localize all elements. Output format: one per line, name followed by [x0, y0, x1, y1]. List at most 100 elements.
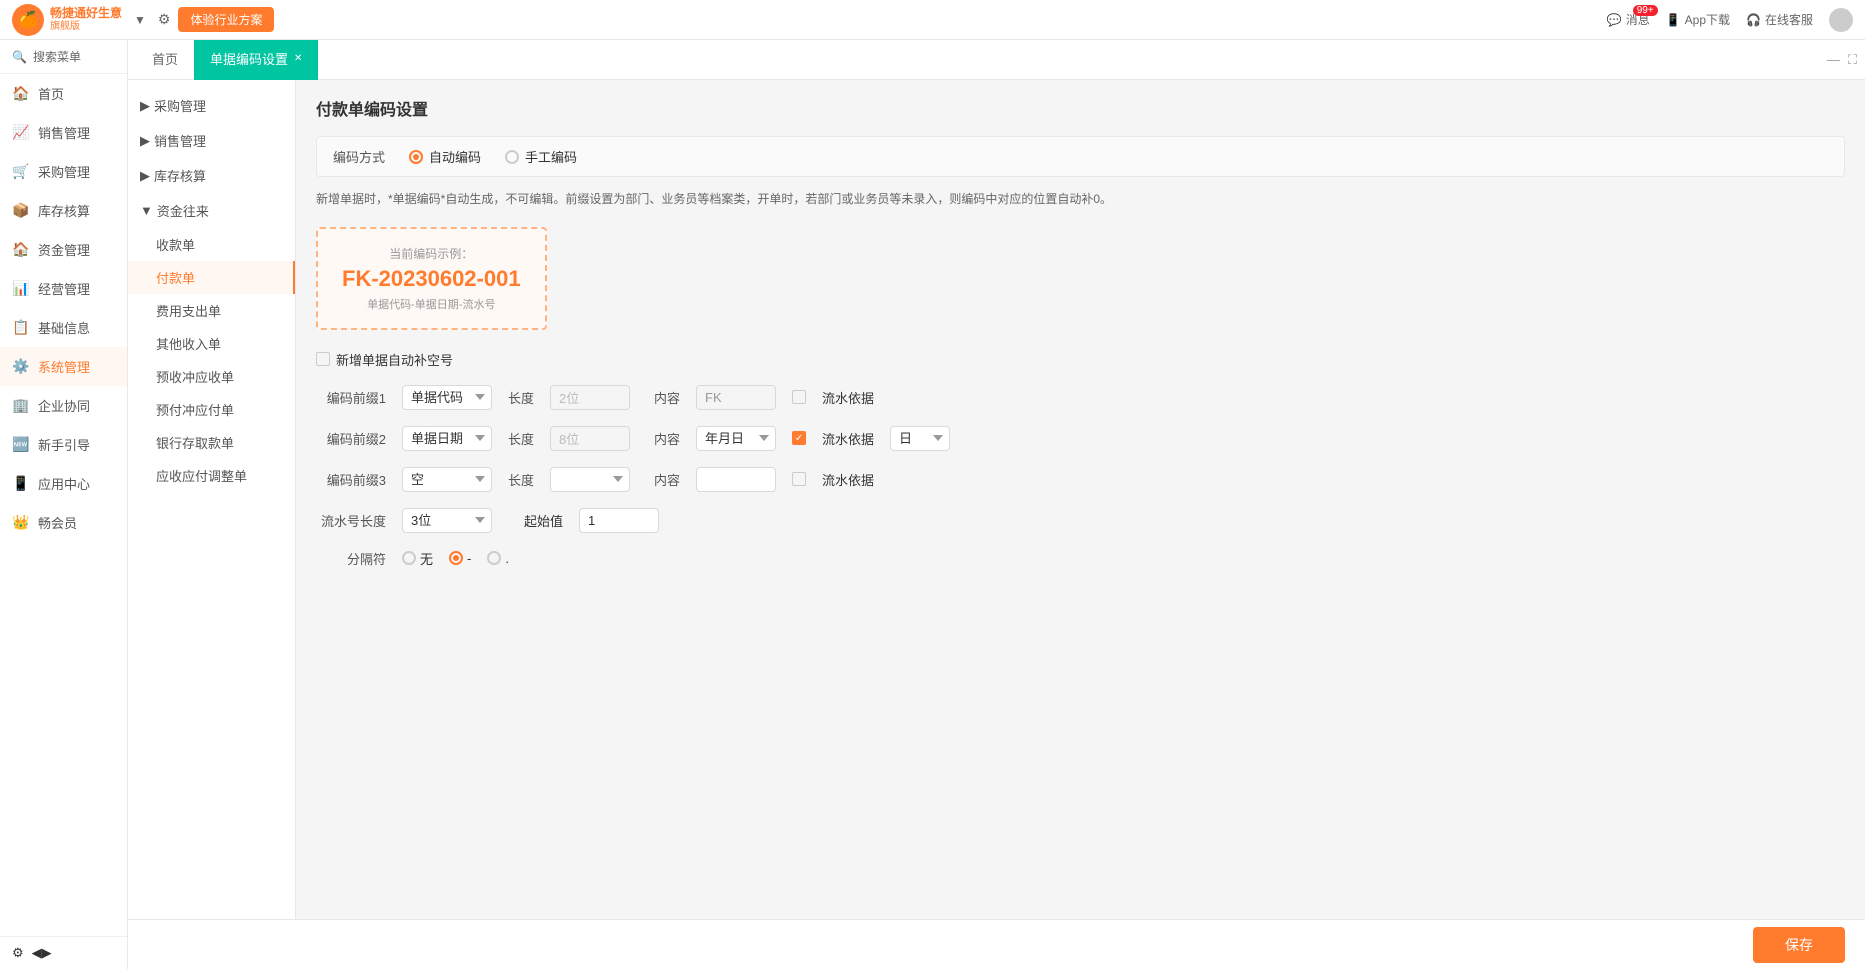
app-logo: 🍊 畅捷通好生意 旗舰版 [12, 4, 122, 36]
sub-menu-receipt[interactable]: 收款单 [128, 228, 295, 261]
prefix3-serial-label: 流水依据 [822, 470, 874, 489]
settings-btn[interactable]: ⚙ [158, 11, 171, 28]
logo-icon: 🍊 [12, 4, 44, 36]
sidebar-item-purchase[interactable]: 🛒 采购管理 [0, 152, 127, 191]
sidebar-item-operations[interactable]: 📊 经营管理 [0, 269, 127, 308]
auto-radio-label[interactable]: 自动编码 [409, 147, 481, 166]
trial-button[interactable]: 体验行业方案 [178, 7, 274, 32]
sep-dot-text: . [505, 551, 509, 566]
nav-prev-btn[interactable]: ▼ [130, 11, 150, 29]
prefix1-serial-checkbox[interactable] [792, 390, 806, 404]
manual-radio-btn[interactable] [505, 150, 519, 164]
sub-menu-adjust[interactable]: 应收应付调整单 [128, 459, 295, 492]
message-icon: 💬 [1607, 13, 1622, 27]
sub-menu-group-inventory: ▶ 库存核算 [128, 158, 295, 193]
user-avatar[interactable] [1829, 8, 1853, 32]
preview-label: 当前编码示例： [389, 245, 473, 262]
prefix1-select[interactable]: 单据代码 [402, 385, 492, 410]
search-icon: 🔍 [12, 50, 27, 64]
start-value-input[interactable] [579, 508, 659, 533]
sidebar-item-home[interactable]: 🏠 首页 [0, 74, 127, 113]
tab-maximize-btn[interactable]: ⛶ [1848, 52, 1857, 68]
sidebar-items: 🏠 首页 📈 销售管理 🛒 采购管理 📦 库存核算 🏠 资金管理 📊 经 [0, 74, 127, 936]
auto-fill-checkbox[interactable] [316, 352, 330, 366]
sidebar-item-apps[interactable]: 📱 应用中心 [0, 464, 127, 503]
online-service-btn[interactable]: 🎧 在线客服 [1746, 11, 1813, 28]
preview-box: 当前编码示例： FK-20230602-001 单据代码-单据日期-流水号 [316, 227, 547, 330]
encoding-method-section: 编码方式 自动编码 手工编码 [316, 136, 1845, 177]
prefix2-serial-checkbox[interactable]: ✓ [792, 431, 806, 445]
tab-bar: 首页 单据编码设置 ✕ — ⛶ [128, 40, 1865, 80]
prefix2-serial-unit-select[interactable]: 日 [890, 426, 950, 451]
sidebar-item-enterprise[interactable]: 🏢 企业协同 [0, 386, 127, 425]
tab-home-label: 首页 [152, 49, 178, 68]
manual-radio-label[interactable]: 手工编码 [505, 147, 577, 166]
settings-bottom-icon[interactable]: ⚙ [12, 945, 24, 961]
app-download-btn[interactable]: 📱 App下载 [1666, 11, 1730, 28]
preview-code: FK-20230602-001 [342, 266, 521, 292]
sep-dot-label[interactable]: . [487, 551, 509, 566]
sidebar-label-home: 首页 [38, 84, 64, 103]
sub-menu-adjust-label: 应收应付调整单 [156, 469, 247, 484]
sub-menu-inventory[interactable]: ▶ 库存核算 [128, 158, 295, 193]
sep-none-label[interactable]: 无 [402, 549, 433, 568]
sub-menu-inventory-label: 库存核算 [154, 166, 206, 185]
prefix2-content-label: 内容 [654, 429, 680, 448]
sub-menu-purchase[interactable]: ▶ 采购管理 [128, 88, 295, 123]
search-menu[interactable]: 🔍 搜索菜单 [0, 40, 127, 74]
auto-radio-btn[interactable] [409, 150, 423, 164]
sidebar-item-sales[interactable]: 📈 销售管理 [0, 113, 127, 152]
tab-close-btn[interactable]: ✕ [294, 53, 302, 64]
tab-home[interactable]: 首页 [136, 40, 194, 80]
sub-menu-prepay-pay-label: 预付冲应付单 [156, 403, 234, 418]
sub-menu-other-income[interactable]: 其他收入单 [128, 327, 295, 360]
sub-menu-prepay-recv[interactable]: 预收冲应收单 [128, 360, 295, 393]
prefix2-content-select[interactable]: 年月日 [696, 426, 776, 451]
top-bar: 🍊 畅捷通好生意 旗舰版 ▼ ⚙ 体验行业方案 💬 消息 99+ 📱 App下载… [0, 0, 1865, 40]
sub-menu-expense[interactable]: 费用支出单 [128, 294, 295, 327]
prefix3-label: 编码前缀3 [316, 470, 386, 489]
prefix2-label: 编码前缀2 [316, 429, 386, 448]
prefix3-length-label: 长度 [508, 470, 534, 489]
prefix1-length-label: 长度 [508, 388, 534, 407]
chevron-right-icon2: ▶ [140, 133, 150, 149]
logo-text: 畅捷通好生意 旗舰版 [50, 6, 122, 32]
sidebar-item-guide[interactable]: 🆕 新手引导 [0, 425, 127, 464]
bottom-bar: 保存 [128, 919, 1865, 969]
sidebar-item-finance[interactable]: 🏠 资金管理 [0, 230, 127, 269]
prefix1-content-input[interactable] [696, 385, 776, 410]
auto-radio-text: 自动编码 [429, 147, 481, 166]
sep-dot-radio[interactable] [487, 551, 501, 565]
collapse-icon[interactable]: ◀▶ [32, 945, 52, 961]
sub-menu-capital[interactable]: ▼ 资金往来 [128, 193, 295, 228]
prefix3-serial-checkbox[interactable] [792, 472, 806, 486]
sep-dash-label[interactable]: - [449, 551, 471, 566]
prefix3-content-input[interactable] [696, 467, 776, 492]
sidebar-label-purchase: 采购管理 [38, 162, 90, 181]
prefix1-content-label: 内容 [654, 388, 680, 407]
sub-menu-bank[interactable]: 银行存取款单 [128, 426, 295, 459]
chevron-right-icon: ▶ [140, 98, 150, 114]
sep-dash-text: - [467, 551, 471, 566]
sidebar-item-member[interactable]: 👑 畅会员 [0, 503, 127, 542]
message-btn[interactable]: 💬 消息 99+ [1607, 11, 1650, 28]
tab-encoding[interactable]: 单据编码设置 ✕ [194, 40, 318, 80]
save-button[interactable]: 保存 [1753, 927, 1845, 963]
tab-minimize-btn[interactable]: — [1827, 52, 1840, 67]
sep-dash-radio[interactable] [449, 551, 463, 565]
prefix3-select[interactable]: 空 [402, 467, 492, 492]
prefix3-length-select[interactable] [550, 467, 630, 492]
download-icon: 📱 [1666, 13, 1681, 27]
inner-layout: ▶ 采购管理 ▶ 销售管理 ▶ 库存核算 [128, 80, 1865, 919]
sub-menu-prepay-pay[interactable]: 预付冲应付单 [128, 393, 295, 426]
sidebar-item-system[interactable]: ⚙️ 系统管理 [0, 347, 127, 386]
prefix2-select[interactable]: 单据日期 [402, 426, 492, 451]
sub-menu-payment[interactable]: 付款单 [128, 261, 295, 294]
sep-none-radio[interactable] [402, 551, 416, 565]
top-bar-left: 🍊 畅捷通好生意 旗舰版 ▼ ⚙ 体验行业方案 [12, 4, 274, 36]
sidebar-item-basic[interactable]: 📋 基础信息 [0, 308, 127, 347]
sidebar-item-inventory[interactable]: 📦 库存核算 [0, 191, 127, 230]
serial-length-select[interactable]: 3位 [402, 508, 492, 533]
sub-menu-sales[interactable]: ▶ 销售管理 [128, 123, 295, 158]
prefix2-serial-label: 流水依据 [822, 429, 874, 448]
